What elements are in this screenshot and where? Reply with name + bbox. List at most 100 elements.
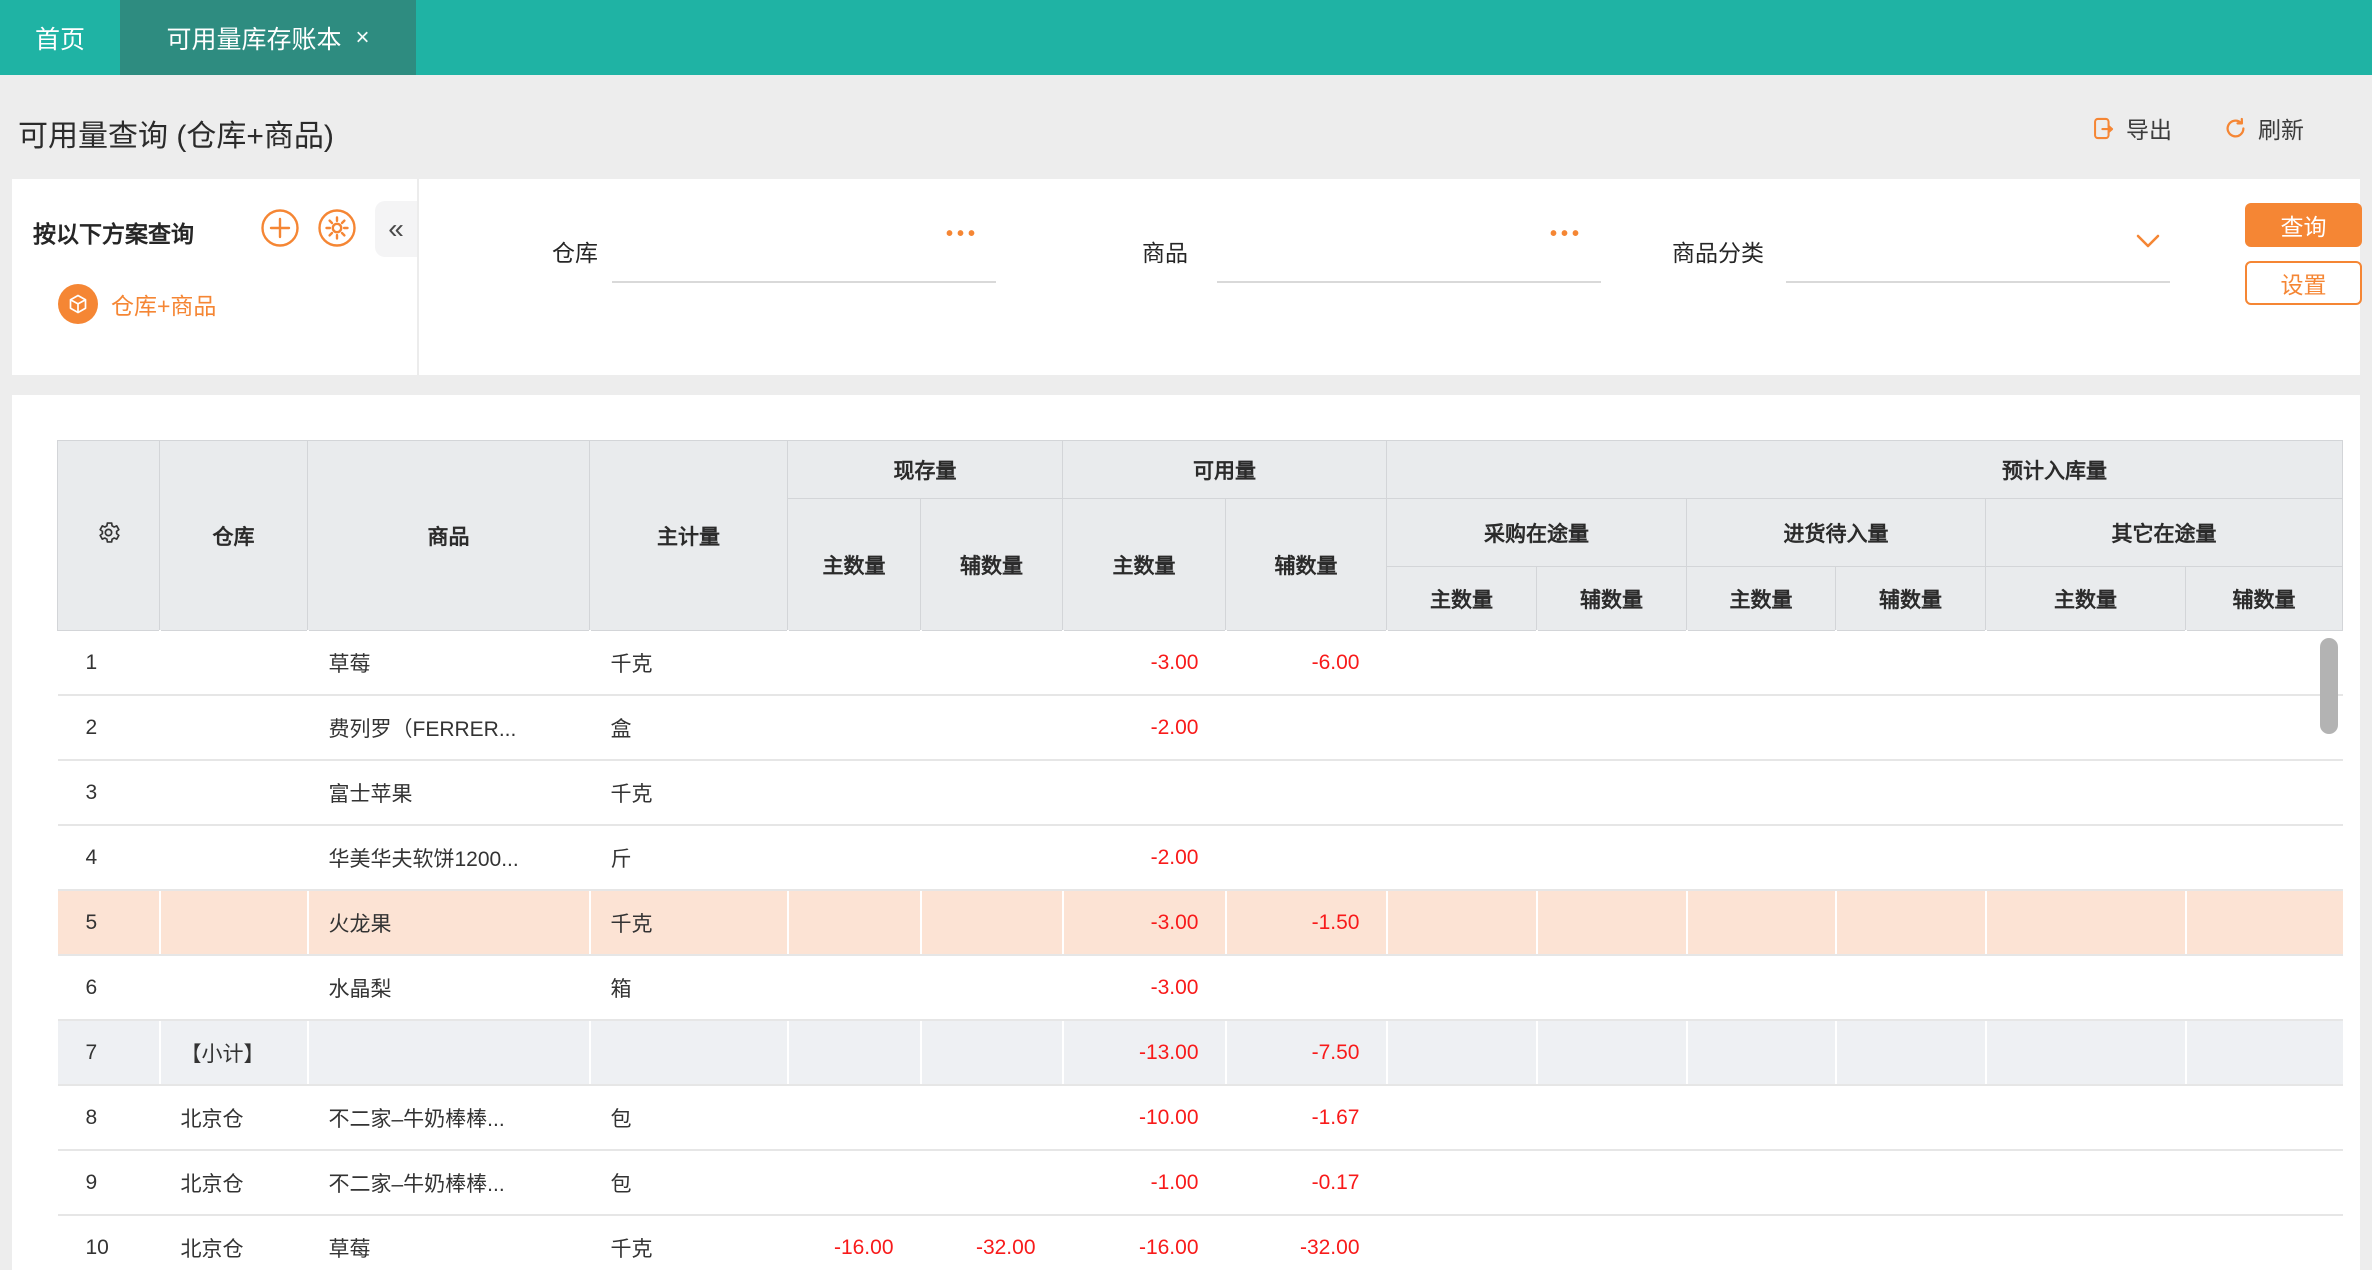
- cell-incoming-main: [1686, 695, 1837, 761]
- product-input[interactable]: [1217, 237, 1601, 283]
- column-settings-icon: [99, 522, 120, 543]
- cell-incoming-main: [1686, 1020, 1837, 1086]
- tab-available-ledger[interactable]: 可用量库存账本 ×: [120, 0, 416, 75]
- header-group-other-transit: 其它在途量: [1985, 498, 2343, 567]
- cell-product: 草莓: [307, 1215, 591, 1270]
- add-scheme-icon[interactable]: [260, 208, 300, 248]
- cell-purchase-main: [1386, 760, 1538, 826]
- close-icon[interactable]: ×: [356, 25, 370, 50]
- cell-other-aux: [2185, 760, 2343, 826]
- table-row[interactable]: 4 华美华夫软饼1200... 斤 -2.00: [57, 825, 2343, 891]
- export-button[interactable]: 导出: [2090, 111, 2172, 145]
- tab-home[interactable]: 首页: [0, 0, 120, 75]
- cell-warehouse: [159, 825, 309, 891]
- header-group-purchase-transit: 采购在途量: [1386, 498, 1687, 567]
- cell-unit: 包: [589, 1150, 789, 1216]
- cell-other-aux: [2185, 955, 2343, 1021]
- collapse-panel-button[interactable]: «: [375, 201, 417, 257]
- cell-other-aux: [2185, 825, 2343, 891]
- scheme-item-warehouse-product[interactable]: 仓库+商品: [58, 284, 216, 324]
- cell-purchase-aux: [1536, 1215, 1688, 1270]
- table-row[interactable]: 1 草莓 千克 -3.00 -6.00: [57, 630, 2343, 696]
- cell-warehouse: [159, 955, 309, 1021]
- cell-available-aux: -7.50: [1225, 1020, 1388, 1086]
- cell-other-aux: [2185, 1150, 2343, 1216]
- tab-active-label: 可用量库存账本: [166, 25, 342, 54]
- settings-button[interactable]: 设置: [2245, 261, 2362, 305]
- cell-available-main: -16.00: [1062, 1215, 1227, 1270]
- warehouse-input[interactable]: [612, 237, 996, 283]
- table-row[interactable]: 2 费列罗（FERRER... 盒 -2.00: [57, 695, 2343, 761]
- cell-purchase-aux: [1536, 630, 1688, 696]
- column-settings-header[interactable]: [57, 440, 160, 631]
- cell-purchase-main: [1386, 630, 1538, 696]
- product-more-icon[interactable]: •••: [1550, 223, 1583, 246]
- warehouse-filter-label: 仓库: [552, 240, 598, 266]
- table-row[interactable]: 8 北京仓 不二家–牛奶棒棒... 包 -10.00 -1.67: [57, 1085, 2343, 1151]
- table-row[interactable]: 7 【小计】 -13.00 -7.50: [57, 1020, 2343, 1086]
- cell-available-aux: -1.67: [1225, 1085, 1388, 1151]
- cell-stock-main: [787, 890, 922, 956]
- cell-product: 不二家–牛奶棒棒...: [307, 1085, 591, 1151]
- cell-unit: 斤: [589, 825, 789, 891]
- cell-purchase-main: [1386, 1150, 1538, 1216]
- cell-incoming-aux: [1835, 1085, 1987, 1151]
- category-filter-label: 商品分类: [1672, 240, 1764, 266]
- cell-incoming-aux: [1835, 630, 1987, 696]
- table-row[interactable]: 6 水晶梨 箱 -3.00: [57, 955, 2343, 1021]
- scheme-settings-icon[interactable]: [317, 208, 357, 248]
- cell-available-main: -3.00: [1062, 890, 1227, 956]
- export-icon: [2094, 117, 2114, 139]
- cell-incoming-aux: [1835, 1215, 1987, 1270]
- title-bar: 可用量查询 (仓库+商品) 导出 刷新: [0, 75, 2372, 179]
- header-incoming-aux: 辅数量: [1835, 566, 1986, 631]
- cell-warehouse: 【小计】: [159, 1020, 309, 1086]
- chevron-down-icon[interactable]: [2132, 231, 2164, 253]
- cell-incoming-aux: [1835, 1150, 1987, 1216]
- category-select[interactable]: [1786, 237, 2170, 283]
- cell-available-main: -2.00: [1062, 825, 1227, 891]
- table-row[interactable]: 3 富士苹果 千克: [57, 760, 2343, 826]
- cell-product: [307, 1020, 591, 1086]
- row-number: 1: [57, 630, 161, 696]
- results-table: 仓库 商品 主计量 现存量 可用量 预计入库量 主数量 辅数量 主数量 辅数量 …: [57, 440, 2343, 1270]
- cell-purchase-aux: [1536, 695, 1688, 761]
- table-row[interactable]: 10 北京仓 草莓 千克 -16.00 -32.00 -16.00 -32.00: [57, 1215, 2343, 1270]
- cell-other-main: [1985, 1150, 2187, 1216]
- cell-stock-aux: -32.00: [920, 1215, 1064, 1270]
- refresh-button[interactable]: 刷新: [2222, 111, 2304, 145]
- cell-available-aux: [1225, 760, 1388, 826]
- row-number: 8: [57, 1085, 161, 1151]
- cell-available-main: -1.00: [1062, 1150, 1227, 1216]
- cell-stock-main: [787, 825, 922, 891]
- cell-available-aux: -6.00: [1225, 630, 1388, 696]
- header-group-on-hand: 现存量: [787, 440, 1063, 499]
- table-row[interactable]: 9 北京仓 不二家–牛奶棒棒... 包 -1.00 -0.17: [57, 1150, 2343, 1216]
- header-on-hand-aux: 辅数量: [920, 498, 1063, 631]
- row-number: 7: [57, 1020, 161, 1086]
- query-button[interactable]: 查询: [2245, 203, 2362, 247]
- cell-other-aux: [2185, 1215, 2343, 1270]
- cell-other-main: [1985, 1085, 2187, 1151]
- cell-stock-main: [787, 1150, 922, 1216]
- cell-incoming-aux: [1835, 695, 1987, 761]
- cell-warehouse: [159, 890, 309, 956]
- vertical-scrollbar-thumb[interactable]: [2320, 638, 2338, 734]
- header-on-hand-main: 主数量: [787, 498, 921, 631]
- scheme-heading: 按以下方案查询: [33, 221, 194, 247]
- row-number: 10: [57, 1215, 161, 1270]
- scheme-item-label: 仓库+商品: [111, 293, 217, 319]
- warehouse-more-icon[interactable]: •••: [946, 223, 979, 246]
- row-number: 9: [57, 1150, 161, 1216]
- cell-incoming-main: [1686, 1150, 1837, 1216]
- cell-purchase-aux: [1536, 1085, 1688, 1151]
- tab-home-label: 首页: [34, 25, 85, 54]
- row-number: 6: [57, 955, 161, 1021]
- cell-unit: 千克: [589, 890, 789, 956]
- cell-available-main: [1062, 760, 1227, 826]
- table-row[interactable]: 5 火龙果 千克 -3.00 -1.50: [57, 890, 2343, 956]
- header-unit: 主计量: [589, 440, 788, 631]
- header-group-incoming-pending: 进货待入量: [1686, 498, 1986, 567]
- cell-other-main: [1985, 630, 2187, 696]
- cell-stock-main: [787, 1020, 922, 1086]
